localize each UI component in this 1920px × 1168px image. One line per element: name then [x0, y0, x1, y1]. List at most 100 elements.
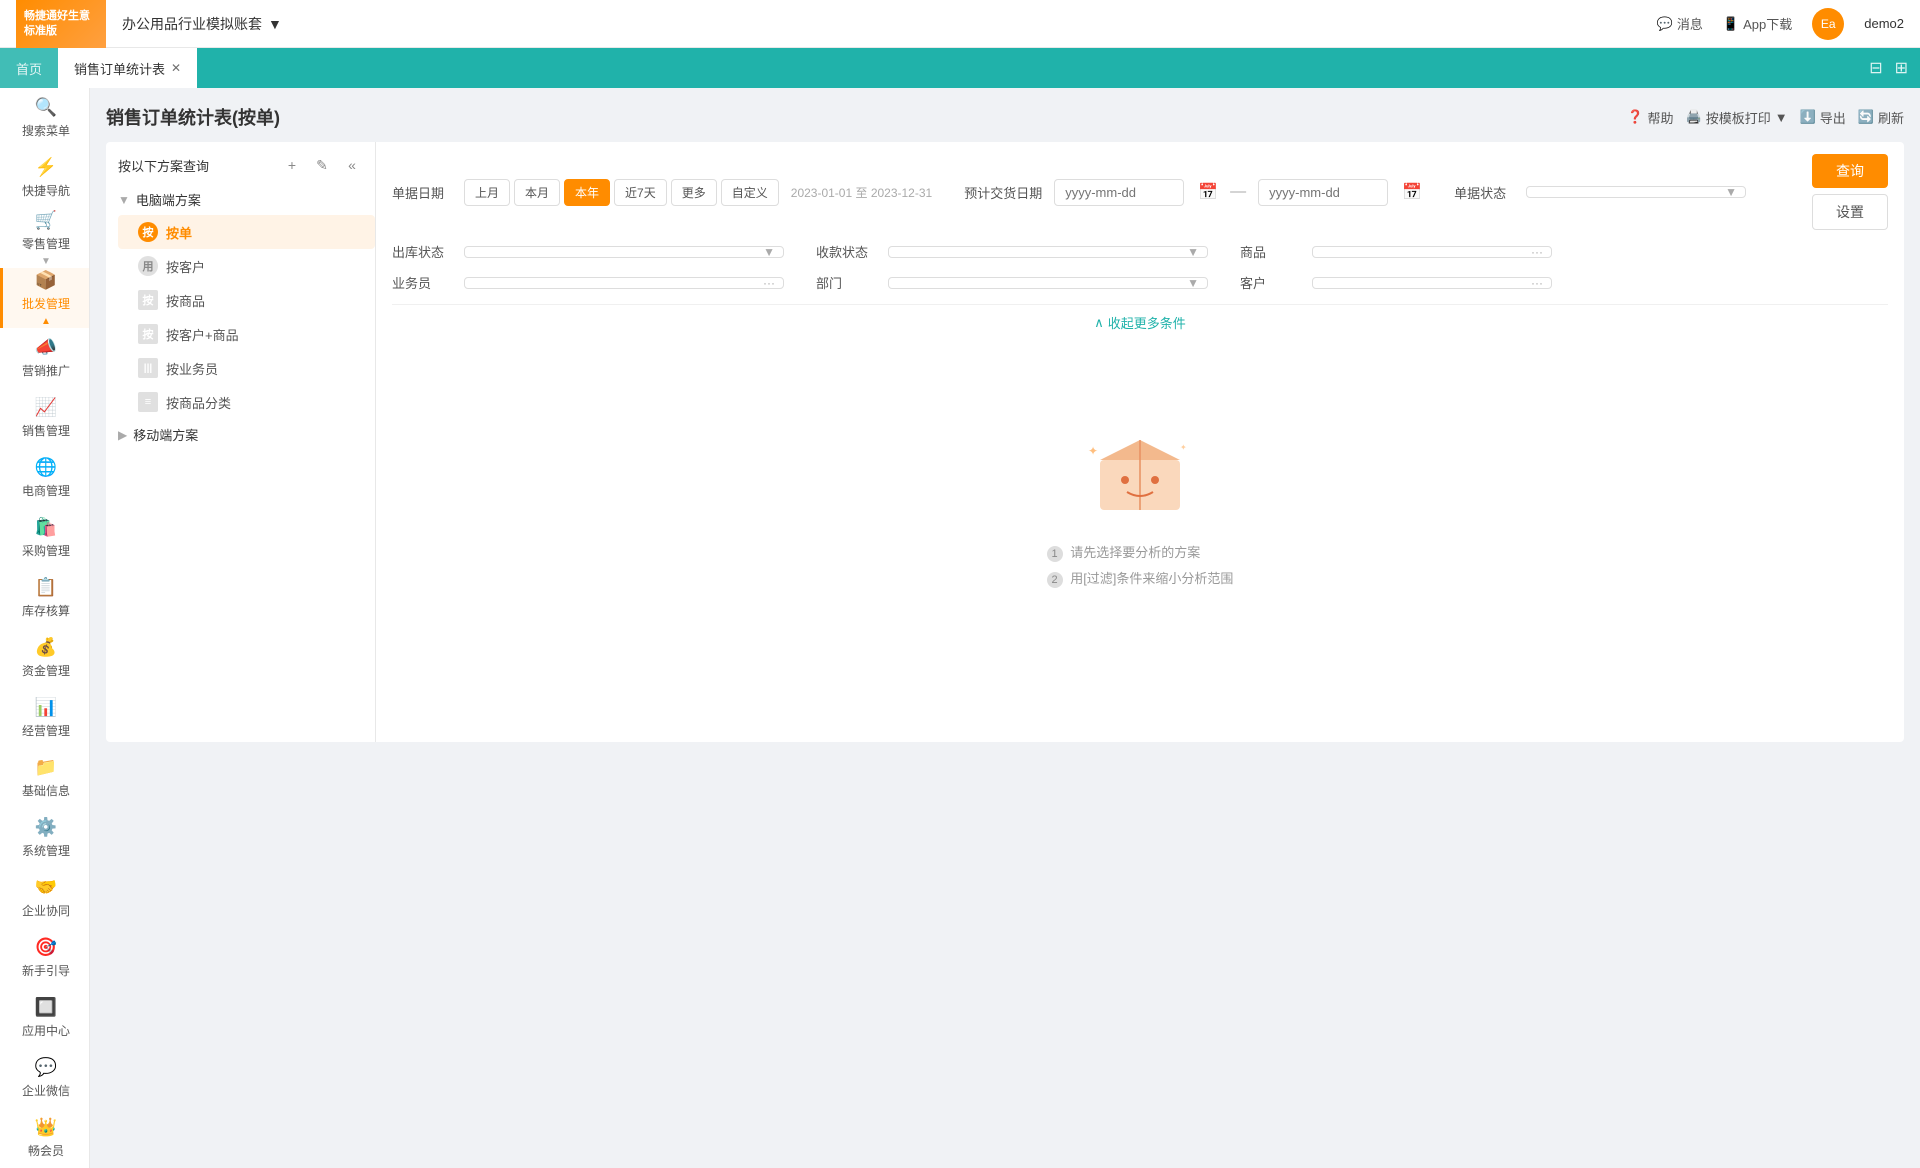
- dropdown-icon[interactable]: ▼: [268, 16, 282, 32]
- scheme-item-by-product[interactable]: 按 按商品: [118, 283, 375, 317]
- filter-row-1: 单据日期 上月 本月 本年 近7天 更多 自定义 2023-01-01 至 20…: [392, 154, 1888, 230]
- maximize-btn[interactable]: ⊞: [1895, 58, 1908, 78]
- tab-sales-label: 销售订单统计表: [74, 59, 165, 78]
- megaphone-icon: 📣: [35, 337, 57, 358]
- customer-select[interactable]: ···: [1312, 277, 1552, 289]
- logo[interactable]: 畅捷通好生意 标准版: [16, 0, 106, 48]
- this-month-btn[interactable]: 本月: [514, 179, 560, 206]
- refresh-icon: 🔄: [1858, 109, 1874, 125]
- payment-status-select[interactable]: ▼: [888, 246, 1208, 258]
- calendar-start-icon[interactable]: 📅: [1198, 182, 1218, 202]
- sidebar-item-finance[interactable]: 💰 资金管理: [0, 628, 89, 688]
- scheme-item-by-salesperson[interactable]: ||| 按业务员: [118, 351, 375, 385]
- message-btn[interactable]: 💬 消息: [1657, 14, 1703, 33]
- department-select[interactable]: ▼: [888, 277, 1208, 289]
- last7days-btn[interactable]: 近7天: [614, 179, 667, 206]
- edit-scheme-btn[interactable]: ✎: [311, 154, 333, 176]
- gear-icon: ⚙️: [35, 817, 57, 838]
- app-download-btn[interactable]: 📱 App下载: [1723, 14, 1792, 33]
- sidebar-item-app-center[interactable]: 🔲 应用中心: [0, 988, 89, 1048]
- template-print-btn[interactable]: 🖨️ 按模板打印 ▼: [1686, 108, 1788, 127]
- product-select[interactable]: ···: [1312, 246, 1552, 258]
- help-icon: ❓: [1627, 109, 1643, 125]
- chevron-right-icon: ▶: [118, 428, 127, 442]
- sidebar-item-retail[interactable]: 🛒 零售管理 ▼: [0, 208, 89, 268]
- main-panel: 按以下方案查询 + ✎ « ▼ 电脑端方案 按 按单 用: [106, 142, 1904, 742]
- chevron-down-icon: ▼: [1187, 245, 1199, 259]
- handshake-icon: 🤝: [35, 877, 57, 898]
- top-nav-right: 💬 消息 📱 App下载 Ea demo2: [1657, 8, 1904, 40]
- last-month-btn[interactable]: 上月: [464, 179, 510, 206]
- this-year-btn[interactable]: 本年: [564, 179, 610, 206]
- salesperson-select[interactable]: ···: [464, 277, 784, 289]
- sidebar-item-quick-nav[interactable]: ⚡ 快捷导航: [0, 148, 89, 208]
- tab-home[interactable]: 首页: [0, 48, 58, 88]
- calendar-end-icon[interactable]: 📅: [1402, 182, 1422, 202]
- sidebar-item-system[interactable]: ⚙️ 系统管理: [0, 808, 89, 868]
- main-layout: 🔍 搜索菜单 ⚡ 快捷导航 🛒 零售管理 ▼ 📦 批发管理 ▲ 📣 营销推广 📈…: [0, 88, 1920, 1168]
- product-label: 商品: [1240, 242, 1300, 261]
- sidebar-item-enterprise-wechat[interactable]: 💬 企业微信: [0, 1048, 89, 1108]
- export-icon: ⬇️: [1800, 109, 1816, 125]
- cart-icon: 🛒: [35, 210, 57, 231]
- sidebar-item-purchase[interactable]: 🛍️ 采购管理: [0, 508, 89, 568]
- close-icon[interactable]: ✕: [171, 61, 181, 75]
- more-btn[interactable]: 更多: [671, 179, 717, 206]
- bar-chart-icon: 📊: [35, 697, 57, 718]
- chevron-down-icon: ▼: [118, 193, 130, 207]
- minimize-btn[interactable]: ⊟: [1869, 58, 1882, 78]
- add-scheme-btn[interactable]: +: [281, 154, 303, 176]
- status-label: 单据状态: [1454, 183, 1514, 202]
- scheme-item-by-customer[interactable]: 用 按客户: [118, 249, 375, 283]
- query-btn[interactable]: 查询: [1812, 154, 1888, 188]
- scheme-item-by-order[interactable]: 按 按单: [118, 215, 375, 249]
- empty-state: ✦ ✦ 1 请先选择要分析的方案 2 用[过滤]条件来缩小分析范围: [392, 340, 1888, 632]
- sidebar-item-search-menu[interactable]: 🔍 搜索菜单: [0, 88, 89, 148]
- page-actions: ❓ 帮助 🖨️ 按模板打印 ▼ ⬇️ 导出 🔄 刷新: [1627, 108, 1904, 127]
- ship-status-select[interactable]: ▼: [464, 246, 784, 258]
- sidebar-item-sales[interactable]: 📈 销售管理: [0, 388, 89, 448]
- help-btn[interactable]: ❓ 帮助: [1627, 108, 1673, 127]
- status-select[interactable]: ▼: [1526, 186, 1746, 198]
- scheme-icon-by-customer: 用: [138, 256, 158, 276]
- sidebar-item-basic[interactable]: 📁 基础信息: [0, 748, 89, 808]
- scheme-item-by-category[interactable]: ≡ 按商品分类: [118, 385, 375, 419]
- print-icon: 🖨️: [1686, 109, 1702, 125]
- scheme-icon-by-customer-product: 按: [138, 324, 158, 344]
- flash-icon: ⚡: [35, 157, 57, 178]
- sidebar-item-marketing[interactable]: 📣 营销推广: [0, 328, 89, 388]
- tip-num-2: 2: [1047, 572, 1063, 588]
- sidebar-item-operation[interactable]: 📊 经营管理: [0, 688, 89, 748]
- refresh-btn[interactable]: 🔄 刷新: [1858, 108, 1904, 127]
- custom-btn[interactable]: 自定义: [721, 179, 779, 206]
- collapse-scheme-btn[interactable]: «: [341, 154, 363, 176]
- scheme-group-title-pc[interactable]: ▼ 电脑端方案: [118, 184, 375, 215]
- scheme-group-mobile: ▶ 移动端方案: [106, 419, 375, 450]
- sidebar-item-newbie[interactable]: 🎯 新手引导: [0, 928, 89, 988]
- scheme-item-by-customer-product[interactable]: 按 按客户+商品: [118, 317, 375, 351]
- empty-icon: ✦ ✦: [1080, 420, 1200, 520]
- chevron-up-icon: ∧: [1094, 315, 1104, 331]
- scheme-panel: 按以下方案查询 + ✎ « ▼ 电脑端方案 按 按单 用: [106, 142, 376, 742]
- sidebar-item-ecommerce[interactable]: 🌐 电商管理: [0, 448, 89, 508]
- sidebar-item-wholesale[interactable]: 📦 批发管理 ▲: [0, 268, 89, 328]
- sidebar-item-enterprise[interactable]: 🤝 企业协同: [0, 868, 89, 928]
- export-btn[interactable]: ⬇️ 导出: [1800, 108, 1846, 127]
- page-title: 销售订单统计表(按单): [106, 104, 280, 130]
- setting-btn[interactable]: 设置: [1812, 194, 1888, 230]
- expected-date-start[interactable]: [1054, 179, 1184, 206]
- wechat-icon: 💬: [35, 1057, 57, 1078]
- filter-row-3: 业务员 ··· 部门 ▼ 客户 ···: [392, 273, 1888, 292]
- app-title[interactable]: 办公用品行业模拟账套 ▼: [122, 14, 282, 34]
- scheme-icon-by-category: ≡: [138, 392, 158, 412]
- tab-sales-report[interactable]: 销售订单统计表 ✕: [58, 48, 197, 88]
- expected-date-end[interactable]: [1258, 179, 1388, 206]
- user-name[interactable]: demo2: [1864, 16, 1904, 31]
- sidebar-item-member[interactable]: 👑 畅会员: [0, 1108, 89, 1168]
- avatar[interactable]: Ea: [1812, 8, 1844, 40]
- date-label: 单据日期: [392, 183, 452, 202]
- scheme-group-title-mobile[interactable]: ▶ 移动端方案: [118, 419, 375, 450]
- collapse-bar[interactable]: ∧ 收起更多条件: [392, 304, 1888, 340]
- payment-status-label: 收款状态: [816, 242, 876, 261]
- sidebar-item-inventory[interactable]: 📋 库存核算: [0, 568, 89, 628]
